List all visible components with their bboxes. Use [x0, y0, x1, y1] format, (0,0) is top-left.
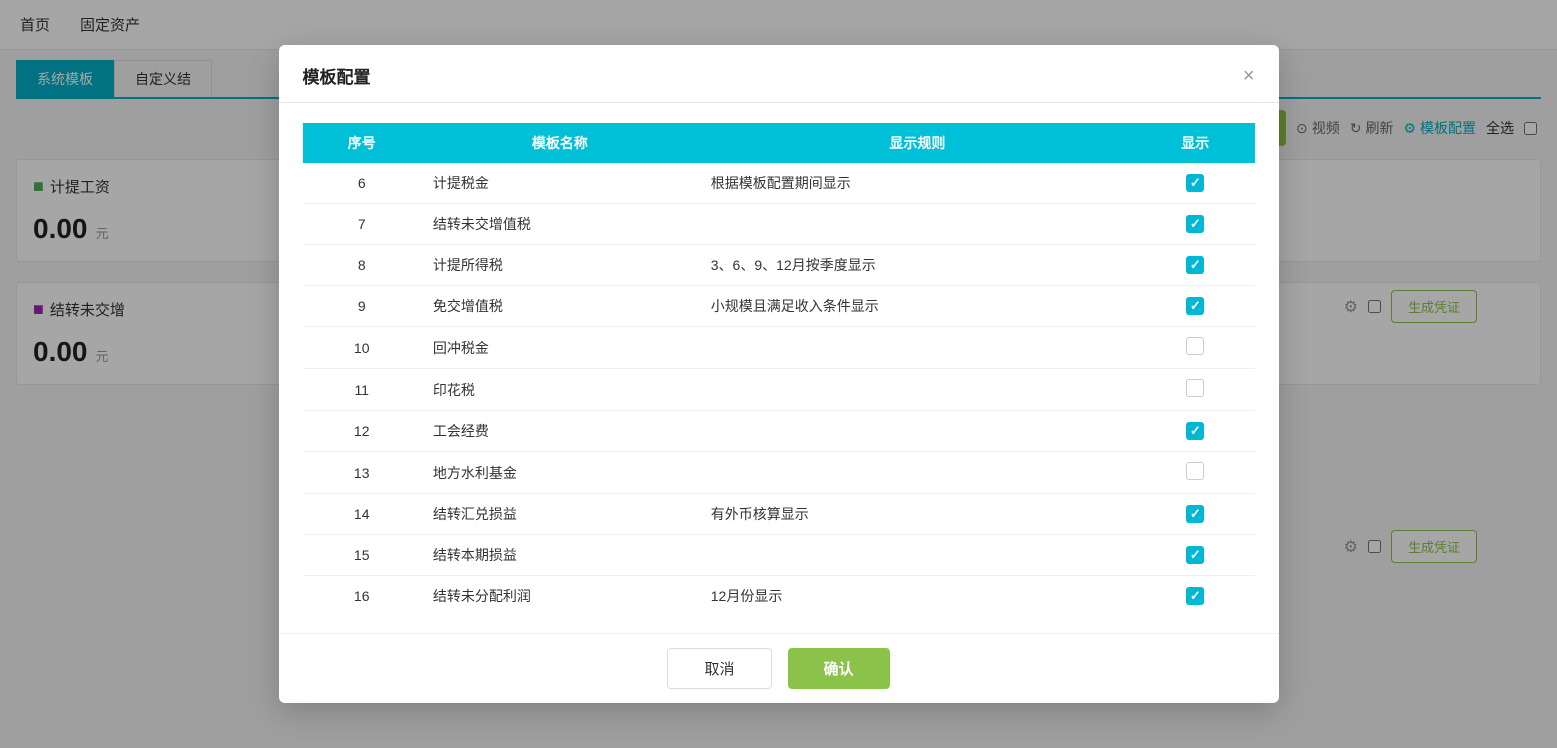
table-row: 12工会经费	[303, 411, 1255, 452]
modal-close-button[interactable]: ×	[1243, 66, 1255, 86]
display-checkbox[interactable]	[1186, 215, 1204, 233]
cell-display[interactable]	[1136, 411, 1254, 452]
cell-name: 结转汇兑损益	[421, 494, 699, 535]
table-row: 9免交增值税小规模且满足收入条件显示	[303, 286, 1255, 327]
cell-index: 9	[303, 286, 421, 327]
cell-index: 14	[303, 494, 421, 535]
th-display: 显示	[1136, 123, 1254, 163]
cell-rule	[699, 452, 1136, 494]
th-name: 模板名称	[421, 123, 699, 163]
cell-index: 13	[303, 452, 421, 494]
cell-name: 结转未交增值税	[421, 204, 699, 245]
cell-index: 11	[303, 369, 421, 411]
table-scroll-wrap[interactable]: 序号 模板名称 显示规则 显示 6计提税金根据模板配置期间显示7结转未交增值税8…	[303, 123, 1255, 613]
cell-index: 16	[303, 576, 421, 614]
cell-display[interactable]	[1136, 204, 1254, 245]
display-checkbox[interactable]	[1186, 546, 1204, 564]
cell-display[interactable]	[1136, 245, 1254, 286]
table-row: 7结转未交增值税	[303, 204, 1255, 245]
display-checkbox[interactable]	[1186, 379, 1204, 397]
table-row: 13地方水利基金	[303, 452, 1255, 494]
cell-rule	[699, 411, 1136, 452]
table-header-row: 序号 模板名称 显示规则 显示	[303, 123, 1255, 163]
table-row: 8计提所得税3、6、9、12月按季度显示	[303, 245, 1255, 286]
cell-display[interactable]	[1136, 452, 1254, 494]
table-row: 14结转汇兑损益有外币核算显示	[303, 494, 1255, 535]
config-table: 序号 模板名称 显示规则 显示 6计提税金根据模板配置期间显示7结转未交增值税8…	[303, 123, 1255, 613]
display-checkbox[interactable]	[1186, 256, 1204, 274]
cell-rule	[699, 204, 1136, 245]
table-row: 6计提税金根据模板配置期间显示	[303, 163, 1255, 204]
modal-template-config: 模板配置 × 序号 模板名称 显示规则 显示 6计提税金根据模板配置期间显	[279, 45, 1279, 703]
table-row: 10回冲税金	[303, 327, 1255, 369]
cell-name: 计提税金	[421, 163, 699, 204]
cell-display[interactable]	[1136, 369, 1254, 411]
modal-body: 序号 模板名称 显示规则 显示 6计提税金根据模板配置期间显示7结转未交增值税8…	[279, 103, 1279, 633]
display-checkbox[interactable]	[1186, 337, 1204, 355]
cell-name: 结转未分配利润	[421, 576, 699, 614]
table-row: 15结转本期损益	[303, 535, 1255, 576]
cell-display[interactable]	[1136, 327, 1254, 369]
cell-display[interactable]	[1136, 494, 1254, 535]
cell-rule	[699, 535, 1136, 576]
cell-rule	[699, 369, 1136, 411]
modal-footer: 取消 确认	[279, 633, 1279, 703]
cell-rule: 根据模板配置期间显示	[699, 163, 1136, 204]
cell-name: 回冲税金	[421, 327, 699, 369]
display-checkbox[interactable]	[1186, 462, 1204, 480]
cell-name: 印花税	[421, 369, 699, 411]
cell-name: 工会经费	[421, 411, 699, 452]
cell-display[interactable]	[1136, 286, 1254, 327]
table-row: 16结转未分配利润12月份显示	[303, 576, 1255, 614]
modal-overlay: 模板配置 × 序号 模板名称 显示规则 显示 6计提税金根据模板配置期间显	[0, 0, 1557, 748]
cell-display[interactable]	[1136, 163, 1254, 204]
cell-rule: 3、6、9、12月按季度显示	[699, 245, 1136, 286]
cell-index: 15	[303, 535, 421, 576]
display-checkbox[interactable]	[1186, 297, 1204, 315]
display-checkbox[interactable]	[1186, 505, 1204, 523]
cell-name: 地方水利基金	[421, 452, 699, 494]
cell-index: 12	[303, 411, 421, 452]
cell-rule: 小规模且满足收入条件显示	[699, 286, 1136, 327]
modal-header: 模板配置 ×	[279, 45, 1279, 103]
display-checkbox[interactable]	[1186, 174, 1204, 192]
cell-index: 8	[303, 245, 421, 286]
cell-name: 免交增值税	[421, 286, 699, 327]
cell-display[interactable]	[1136, 535, 1254, 576]
cell-rule	[699, 327, 1136, 369]
cancel-button[interactable]: 取消	[667, 648, 771, 689]
display-checkbox[interactable]	[1186, 587, 1204, 605]
confirm-button[interactable]: 确认	[788, 648, 890, 689]
cell-display[interactable]	[1136, 576, 1254, 614]
display-checkbox[interactable]	[1186, 422, 1204, 440]
modal-title: 模板配置	[303, 63, 371, 88]
cell-index: 6	[303, 163, 421, 204]
cell-name: 计提所得税	[421, 245, 699, 286]
cell-rule: 12月份显示	[699, 576, 1136, 614]
cell-rule: 有外币核算显示	[699, 494, 1136, 535]
table-row: 11印花税	[303, 369, 1255, 411]
cell-index: 7	[303, 204, 421, 245]
th-index: 序号	[303, 123, 421, 163]
cell-name: 结转本期损益	[421, 535, 699, 576]
th-rule: 显示规则	[699, 123, 1136, 163]
cell-index: 10	[303, 327, 421, 369]
